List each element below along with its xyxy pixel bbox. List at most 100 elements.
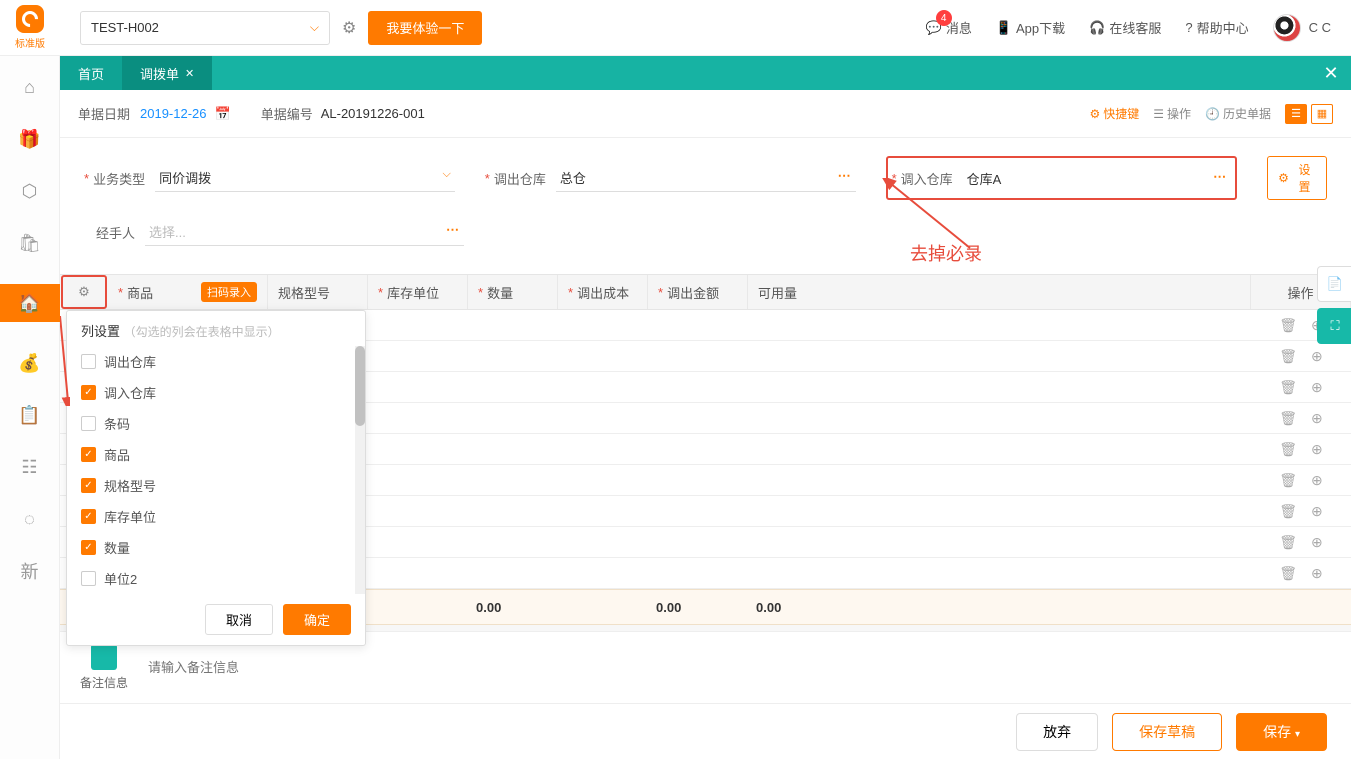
popup-item[interactable]: ✓ 库存单位 xyxy=(67,501,365,532)
discard-button[interactable]: 放弃 xyxy=(1016,713,1098,751)
ok-button[interactable]: 确定 xyxy=(283,604,351,635)
settings-button[interactable]: ⚙ 设置 xyxy=(1267,156,1327,200)
nav-report-icon[interactable]: ☷ xyxy=(19,456,41,478)
checkbox-icon[interactable]: ✓ xyxy=(81,509,96,524)
shortcut-link[interactable]: ⚙ 快捷键 xyxy=(1089,105,1139,122)
tab-transfer[interactable]: 调拨单 ✕ xyxy=(122,56,212,90)
close-icon[interactable]: ✕ xyxy=(185,67,194,80)
add-icon[interactable]: ⊕ xyxy=(1311,348,1323,365)
popup-item[interactable]: ✓ 商品 xyxy=(67,439,365,470)
delete-icon[interactable]: 🗑 xyxy=(1279,379,1297,396)
more-icon[interactable]: ⋯ xyxy=(1213,169,1227,185)
add-icon[interactable]: ⊕ xyxy=(1311,441,1323,458)
column-settings-icon[interactable]: ⚙ xyxy=(61,275,107,309)
col-product: 商品 xyxy=(127,283,153,302)
avatar[interactable] xyxy=(1273,14,1301,42)
float-note-icon[interactable]: 📄 xyxy=(1317,266,1351,302)
add-icon[interactable]: ⊕ xyxy=(1311,410,1323,427)
delete-icon[interactable]: 🗑 xyxy=(1279,472,1297,489)
delete-icon[interactable]: 🗑 xyxy=(1279,410,1297,427)
form-area: * 业务类型 同价调拨⌵ * 调出仓库 总仓⋯ * 调入仓库 仓库A⋯ ⚙ 设置… xyxy=(60,138,1351,274)
scan-input-button[interactable]: 扫码录入 xyxy=(201,282,257,302)
tenant-select[interactable]: TEST-H002 ⌵ xyxy=(80,11,330,45)
popup-item-label: 库存单位 xyxy=(104,507,156,526)
nav-money-icon[interactable]: 💰 xyxy=(19,352,41,374)
delete-icon[interactable]: 🗑 xyxy=(1279,503,1297,520)
add-icon[interactable]: ⊕ xyxy=(1311,472,1323,489)
tenant-value: TEST-H002 xyxy=(91,20,159,35)
popup-item[interactable]: 条码 xyxy=(67,408,365,439)
out-warehouse-field[interactable]: * 调出仓库 总仓⋯ xyxy=(485,156,856,200)
popup-hint: （勾选的列会在表格中显示） xyxy=(124,325,280,339)
popup-item[interactable]: ✓ 规格型号 xyxy=(67,470,365,501)
service-link[interactable]: 🎧 在线客服 xyxy=(1089,18,1161,37)
total-qty: 0.00 xyxy=(466,590,556,624)
gear-icon[interactable]: ⚙ xyxy=(342,18,356,38)
checkbox-icon[interactable] xyxy=(81,571,96,586)
popup-item[interactable]: ✓数量 xyxy=(67,532,365,563)
nav-cycle-icon[interactable]: ◌ xyxy=(19,508,41,530)
delete-icon[interactable]: 🗑 xyxy=(1279,534,1297,551)
tryout-button[interactable]: 我要体验一下 xyxy=(368,11,482,45)
close-all-tabs[interactable]: ✕ xyxy=(1311,56,1351,90)
nav-bag-icon[interactable]: 🛍 xyxy=(19,232,41,254)
popup-item-label: 条码 xyxy=(104,414,130,433)
delete-icon[interactable]: 🗑 xyxy=(1279,317,1297,334)
docno-value: AL-20191226-001 xyxy=(321,106,425,121)
save-draft-button[interactable]: 保存草稿 xyxy=(1112,713,1222,751)
username-label: C C xyxy=(1309,20,1331,35)
cancel-button[interactable]: 取消 xyxy=(205,604,273,635)
help-link[interactable]: ? 帮助中心 xyxy=(1185,18,1248,37)
more-icon[interactable]: ⋯ xyxy=(446,222,460,238)
add-icon[interactable]: ⊕ xyxy=(1311,379,1323,396)
float-expand-icon[interactable]: ⛶ xyxy=(1317,308,1351,344)
popup-scrollbar[interactable] xyxy=(355,346,365,594)
headset-icon: 🎧 xyxy=(1089,20,1105,36)
checkbox-icon[interactable] xyxy=(81,354,96,369)
chevron-down-icon: ▾ xyxy=(1295,729,1300,740)
nav-clipboard-icon[interactable]: 📋 xyxy=(19,404,41,426)
add-icon[interactable]: ⊕ xyxy=(1311,503,1323,520)
delete-icon[interactable]: 🗑 xyxy=(1279,348,1297,365)
nav-home-icon[interactable]: ⌂ xyxy=(19,76,41,98)
nav-house-icon[interactable]: ⬡ xyxy=(19,180,41,202)
tab-home[interactable]: 首页 xyxy=(60,56,122,90)
delete-icon[interactable]: 🗑 xyxy=(1279,565,1297,582)
popup-item[interactable]: ✓调入仓库 xyxy=(67,377,365,408)
view-list-icon[interactable]: ☰ xyxy=(1285,104,1307,124)
col-qty: 数量 xyxy=(487,283,513,302)
nav-warehouse-icon[interactable]: 🏠 xyxy=(0,284,60,322)
nav-new-icon[interactable]: 新 xyxy=(19,560,41,582)
date-label: 单据日期 xyxy=(78,104,130,123)
delete-icon[interactable]: 🗑 xyxy=(1279,441,1297,458)
add-icon[interactable]: ⊕ xyxy=(1311,565,1323,582)
popup-item-label: 商品 xyxy=(104,445,130,464)
view-grid-icon[interactable]: ▦ xyxy=(1311,104,1333,124)
operate-link[interactable]: ☰ 操作 xyxy=(1153,105,1191,122)
page-header: 单据日期 2019-12-26 📅 单据编号 AL-20191226-001 ⚙… xyxy=(60,90,1351,138)
left-nav: ⌂ 🎁 ⬡ 🛍 🏠 💰 📋 ☷ ◌ 新 xyxy=(0,56,60,759)
biz-type-field[interactable]: * 业务类型 同价调拨⌵ xyxy=(84,156,455,200)
popup-item[interactable]: 调出仓库 xyxy=(67,346,365,377)
checkbox-icon[interactable]: ✓ xyxy=(81,447,96,462)
add-icon[interactable]: ⊕ xyxy=(1311,534,1323,551)
tab-transfer-label: 调拨单 xyxy=(140,64,179,83)
remark-input[interactable] xyxy=(148,660,1331,675)
nav-gift-icon[interactable]: 🎁 xyxy=(19,128,41,150)
app-download-link[interactable]: 📱 App下载 xyxy=(996,18,1065,37)
in-warehouse-field[interactable]: * 调入仓库 仓库A⋯ xyxy=(886,156,1238,200)
popup-item[interactable]: 单位2 xyxy=(67,563,365,594)
messages-link[interactable]: 💬 4 消息 xyxy=(926,18,972,37)
popup-item-label: 规格型号 xyxy=(104,476,156,495)
more-icon[interactable]: ⋯ xyxy=(838,168,852,184)
table-header: ⚙ *商品扫码录入 规格型号 *库存单位 *数量 *调出成本 *调出金额 可用量… xyxy=(60,274,1351,310)
checkbox-icon[interactable]: ✓ xyxy=(81,385,96,400)
calendar-icon[interactable]: 📅 xyxy=(215,106,231,122)
history-link[interactable]: 🕘 历史单据 xyxy=(1205,105,1271,122)
handler-field[interactable]: 经手人 选择...⋯ xyxy=(84,218,464,246)
checkbox-icon[interactable]: ✓ xyxy=(81,540,96,555)
checkbox-icon[interactable]: ✓ xyxy=(81,478,96,493)
checkbox-icon[interactable] xyxy=(81,416,96,431)
date-value[interactable]: 2019-12-26 xyxy=(140,106,207,121)
save-button[interactable]: 保存 ▾ xyxy=(1236,713,1327,751)
